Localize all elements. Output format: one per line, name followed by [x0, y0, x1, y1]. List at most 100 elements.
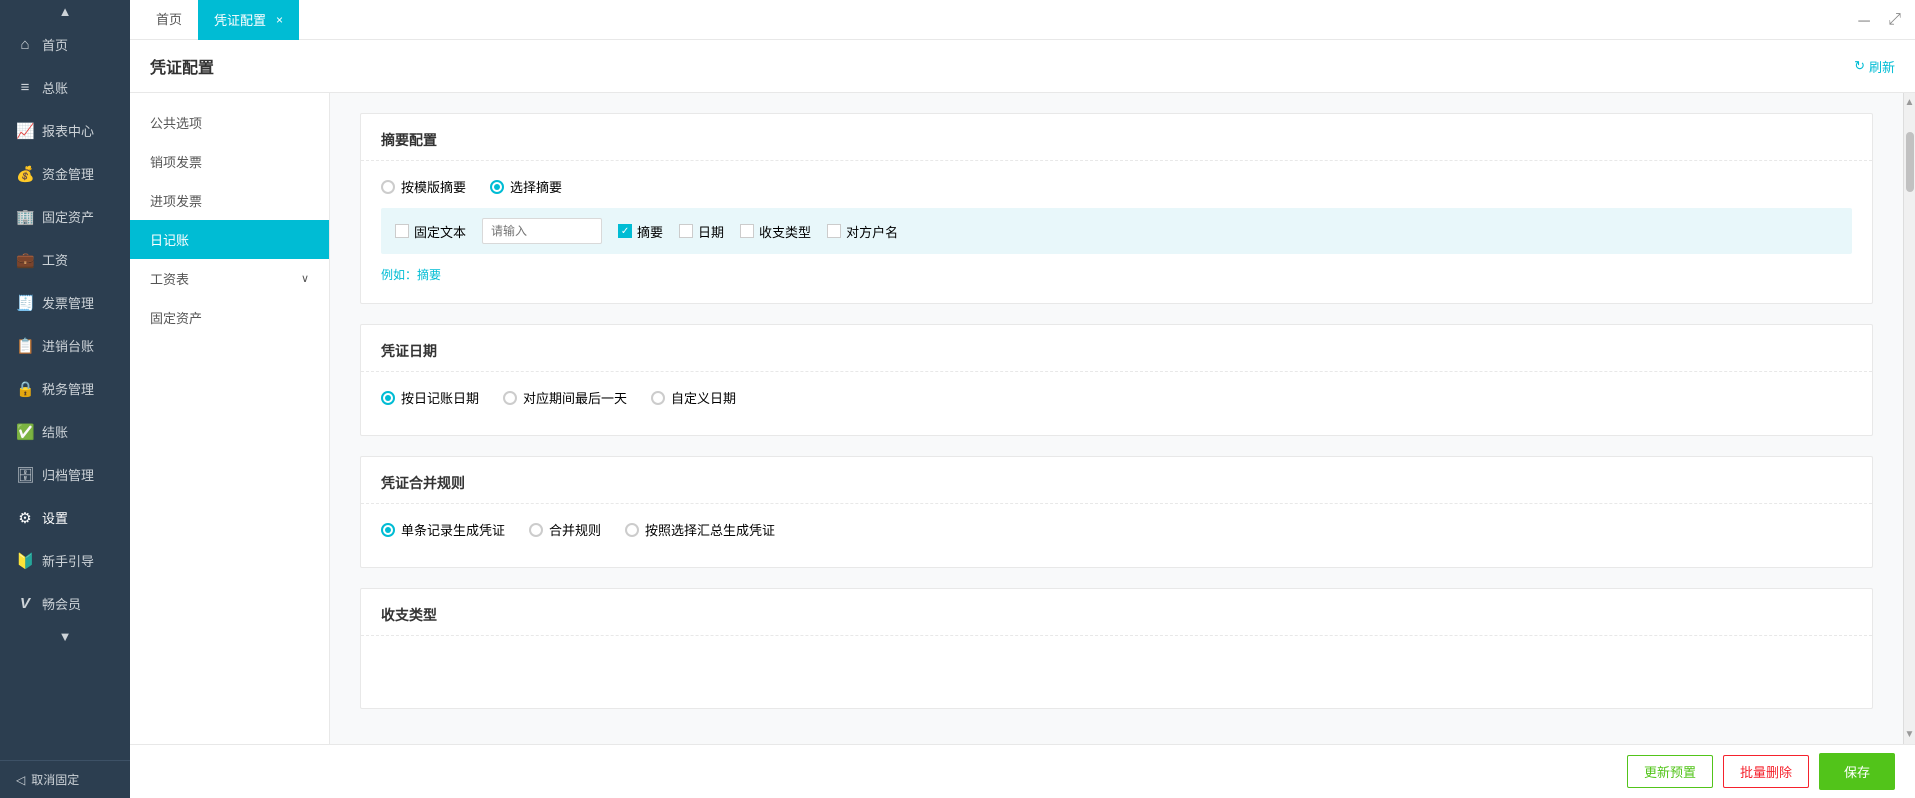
- radio-custom-date-circle: [651, 391, 665, 405]
- tab-voucher-config[interactable]: 凭证配置 ×: [198, 0, 299, 40]
- tax-icon: 🔒: [16, 380, 34, 398]
- income-type-body: [361, 636, 1872, 708]
- report-icon: 📈: [16, 122, 34, 140]
- summary-config-title: 摘要配置: [361, 114, 1872, 161]
- scroll-down-arrow[interactable]: ▼: [1905, 725, 1915, 744]
- merge-rule-section: 凭证合并规则 单条记录生成凭证 合并规则: [360, 456, 1873, 568]
- radio-merge-rule-circle: [529, 523, 543, 537]
- merge-rule-body: 单条记录生成凭证 合并规则 按照选择汇总生成凭证: [361, 504, 1872, 567]
- settings-icon: ⚙: [16, 509, 34, 527]
- sidebar-item-invoice[interactable]: 🧾 发票管理: [0, 281, 130, 324]
- voucher-date-radio-group: 按日记账日期 对应期间最后一天 自定义日期: [381, 388, 1852, 407]
- summary-config-section: 摘要配置 按模版摘要 选择摘要: [360, 113, 1873, 304]
- left-nav: 公共选项 销项发票 进项发票 日记账 工资表 ∨ 固定资产: [130, 93, 330, 744]
- sidebar-item-purchase[interactable]: 📋 进销台账: [0, 324, 130, 367]
- checkbox-fixed-text-box: [395, 224, 409, 238]
- sidebar: ▲ ⌂ 首页 ≡ 总账 📈 报表中心 💰 资金管理 🏢 固定资产 💼 工资 🧾 …: [0, 0, 130, 798]
- radio-select-circle: [490, 180, 504, 194]
- checkbox-summary[interactable]: ✓ 摘要: [618, 222, 663, 241]
- radio-journal-date-circle: [381, 391, 395, 405]
- radio-journal-date[interactable]: 按日记账日期: [381, 388, 479, 407]
- home-icon: ⌂: [16, 36, 34, 53]
- fixed-text-input[interactable]: [482, 218, 602, 244]
- tab-minimize-button[interactable]: －: [1852, 6, 1876, 34]
- radio-template-summary[interactable]: 按模版摘要: [381, 177, 466, 196]
- tab-restore-button[interactable]: ⤢: [1884, 9, 1905, 31]
- tab-bar: 首页 凭证配置 × － ⤢: [130, 0, 1915, 40]
- radio-select-merge[interactable]: 按照选择汇总生成凭证: [625, 520, 775, 539]
- checkbox-summary-box: ✓: [618, 224, 632, 238]
- sidebar-scroll-down[interactable]: ▼: [0, 625, 130, 648]
- scroll-thumb[interactable]: [1906, 132, 1914, 192]
- archive-icon: 🗄: [16, 466, 34, 484]
- refresh-button[interactable]: ↻ 刷新: [1854, 57, 1895, 76]
- merge-rule-title: 凭证合并规则: [361, 457, 1872, 504]
- checkbox-date[interactable]: 日期: [679, 222, 724, 241]
- sidebar-item-settle[interactable]: ✅ 结账: [0, 410, 130, 453]
- radio-select-summary[interactable]: 选择摘要: [490, 177, 562, 196]
- radio-custom-date[interactable]: 自定义日期: [651, 388, 736, 407]
- income-type-content: [381, 652, 1852, 692]
- sidebar-item-home[interactable]: ⌂ 首页: [0, 23, 130, 66]
- sidebar-item-asset[interactable]: 🏢 固定资产: [0, 195, 130, 238]
- sidebar-item-ledger[interactable]: ≡ 总账: [0, 66, 130, 109]
- checkbox-counterparty[interactable]: 对方户名: [827, 222, 898, 241]
- voucher-date-body: 按日记账日期 对应期间最后一天 自定义日期: [361, 372, 1872, 435]
- radio-merge-rule[interactable]: 合并规则: [529, 520, 601, 539]
- left-nav-public[interactable]: 公共选项: [130, 103, 329, 142]
- content-area: 公共选项 销项发票 进项发票 日记账 工资表 ∨ 固定资产: [130, 93, 1915, 744]
- sidebar-item-archive[interactable]: 🗄 归档管理: [0, 453, 130, 496]
- summary-example-text: 例如：摘要: [381, 262, 1852, 287]
- left-nav-sales[interactable]: 销项发票: [130, 142, 329, 181]
- asset-icon: 🏢: [16, 208, 34, 226]
- sidebar-item-vip[interactable]: V 畅会员: [0, 582, 130, 625]
- page-title: 凭证配置: [150, 54, 214, 78]
- radio-period-last[interactable]: 对应期间最后一天: [503, 388, 627, 407]
- right-content: 摘要配置 按模版摘要 选择摘要: [330, 93, 1903, 744]
- summary-config-body: 按模版摘要 选择摘要 固定文本: [361, 161, 1872, 303]
- voucher-date-title: 凭证日期: [361, 325, 1872, 372]
- vip-icon: V: [16, 595, 34, 612]
- radio-template-circle: [381, 180, 395, 194]
- scroll-up-arrow[interactable]: ▲: [1905, 93, 1915, 112]
- sidebar-item-settings[interactable]: ⚙ 设置: [0, 496, 130, 539]
- batch-delete-button[interactable]: 批量删除: [1723, 755, 1809, 788]
- bottom-bar: 更新预置 批量删除 保存: [130, 744, 1915, 798]
- sidebar-scroll-up[interactable]: ▲: [0, 0, 130, 23]
- radio-select-merge-circle: [625, 523, 639, 537]
- radio-single-record-circle: [381, 523, 395, 537]
- left-nav-journal[interactable]: 日记账: [130, 220, 329, 259]
- checkbox-counterparty-box: [827, 224, 841, 238]
- sidebar-item-guide[interactable]: 🔰 新手引导: [0, 539, 130, 582]
- purchase-icon: 📋: [16, 337, 34, 355]
- tab-home[interactable]: 首页: [140, 0, 198, 40]
- sidebar-item-fund[interactable]: 💰 资金管理: [0, 152, 130, 195]
- unpin-button[interactable]: ◁ 取消固定: [0, 761, 130, 798]
- summary-radio-group: 按模版摘要 选择摘要: [381, 177, 1852, 196]
- sidebar-item-report[interactable]: 📈 报表中心: [0, 109, 130, 152]
- left-nav-payroll[interactable]: 工资表 ∨: [130, 259, 329, 298]
- fund-icon: 💰: [16, 165, 34, 183]
- radio-period-last-circle: [503, 391, 517, 405]
- radio-single-record[interactable]: 单条记录生成凭证: [381, 520, 505, 539]
- settle-icon: ✅: [16, 423, 34, 441]
- left-nav-fixed-asset[interactable]: 固定资产: [130, 298, 329, 337]
- checkbox-date-box: [679, 224, 693, 238]
- update-preview-button[interactable]: 更新预置: [1627, 755, 1713, 788]
- sidebar-item-salary[interactable]: 💼 工资: [0, 238, 130, 281]
- guide-icon: 🔰: [16, 552, 34, 570]
- voucher-date-section: 凭证日期 按日记账日期 对应期间最后一天: [360, 324, 1873, 436]
- checkbox-fixed-text[interactable]: 固定文本: [395, 222, 466, 241]
- salary-icon: 💼: [16, 251, 34, 269]
- checkbox-income-type[interactable]: 收支类型: [740, 222, 811, 241]
- checkbox-income-box: [740, 224, 754, 238]
- tab-actions: － ⤢: [1852, 6, 1905, 34]
- left-nav-purchase-invoice[interactable]: 进项发票: [130, 181, 329, 220]
- summary-checkbox-row: 固定文本 ✓ 摘要 日期: [381, 208, 1852, 254]
- outer-scrollbar[interactable]: ▲ ▼: [1903, 93, 1915, 744]
- main-area: 首页 凭证配置 × － ⤢ 凭证配置 ↻ 刷新 公共选项: [130, 0, 1915, 798]
- invoice-icon: 🧾: [16, 294, 34, 312]
- sidebar-item-tax[interactable]: 🔒 税务管理: [0, 367, 130, 410]
- save-button[interactable]: 保存: [1819, 753, 1895, 790]
- tab-close-button[interactable]: ×: [276, 13, 283, 27]
